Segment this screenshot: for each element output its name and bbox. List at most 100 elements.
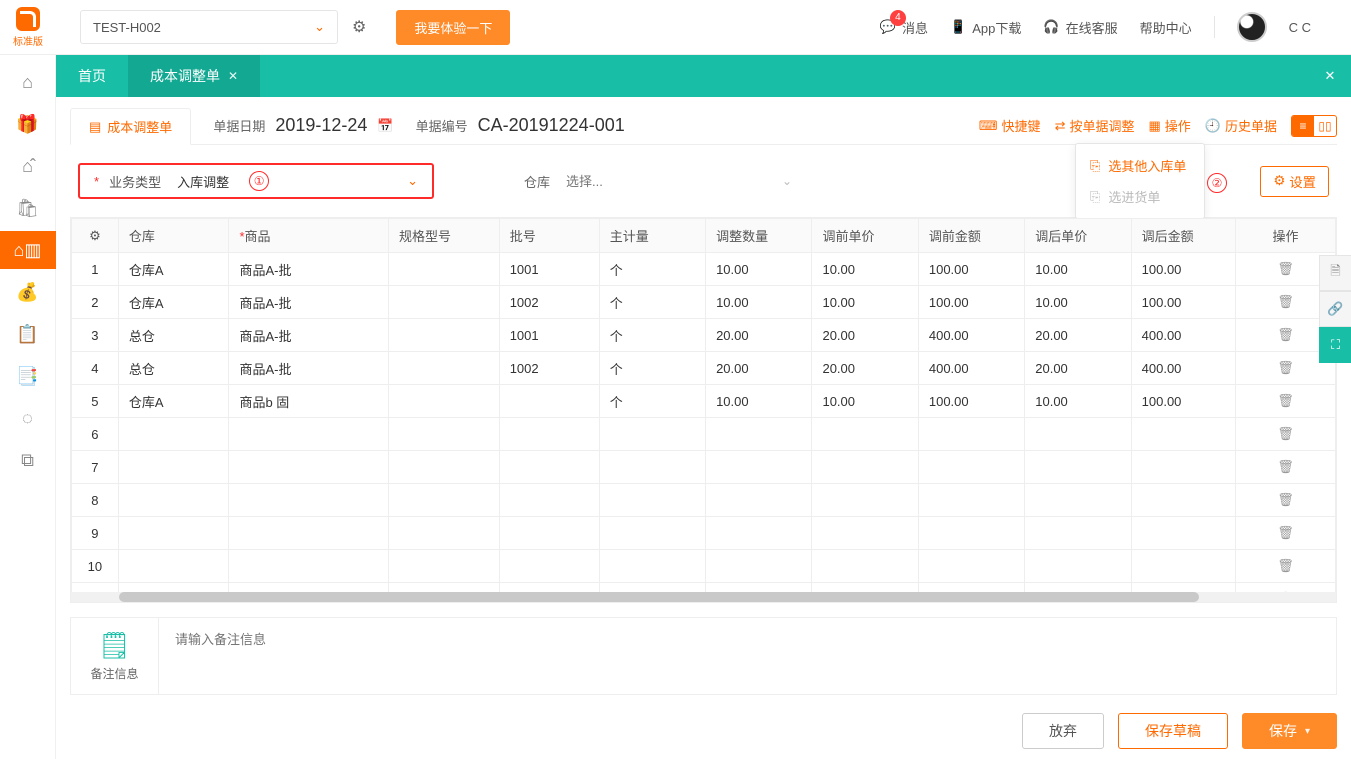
- customer-service-link[interactable]: 🎧 在线客服: [1043, 18, 1117, 37]
- cell-batch[interactable]: 1001: [499, 319, 599, 352]
- cell-pre-unit-price[interactable]: 10.00: [812, 286, 918, 319]
- close-all-tabs[interactable]: ✕: [1309, 55, 1351, 97]
- delete-icon[interactable]: 🗑: [1277, 525, 1294, 540]
- cell-pre-unit-price[interactable]: 10.00: [812, 385, 918, 418]
- cell-pre-unit-price[interactable]: [812, 484, 918, 517]
- cell-product[interactable]: [229, 484, 389, 517]
- by-bill-action[interactable]: ⇄按单据调整: [1055, 116, 1135, 135]
- table-row[interactable]: 1仓库A商品A-批1001个10.0010.00100.0010.00100.0…: [72, 253, 1336, 286]
- cell-pre-amount[interactable]: [918, 484, 1024, 517]
- delete-icon[interactable]: 🗑: [1277, 327, 1294, 342]
- delete-icon[interactable]: 🗑: [1277, 261, 1294, 276]
- cell-pre-unit-price[interactable]: [812, 418, 918, 451]
- cell-post-amount[interactable]: 100.00: [1131, 253, 1235, 286]
- cell-spec[interactable]: [389, 385, 500, 418]
- cell-post-amount[interactable]: 100.00: [1131, 286, 1235, 319]
- row-index[interactable]: 8: [72, 484, 119, 517]
- cell-post-amount[interactable]: [1131, 484, 1235, 517]
- scrollbar-thumb[interactable]: [119, 592, 1199, 602]
- cell-product[interactable]: 商品A-批: [229, 319, 389, 352]
- cell-post-unit-price[interactable]: [1025, 583, 1131, 593]
- cell-unit[interactable]: 个: [599, 319, 705, 352]
- cell-pre-amount[interactable]: [918, 418, 1024, 451]
- cell-post-amount[interactable]: 400.00: [1131, 352, 1235, 385]
- cta-button[interactable]: 我要体验一下: [396, 10, 510, 45]
- table-row[interactable]: 5仓库A商品b 固个10.0010.00100.0010.00100.00🗑: [72, 385, 1336, 418]
- cell-qty[interactable]: [706, 550, 812, 583]
- cell-spec[interactable]: [389, 583, 500, 593]
- cell-batch[interactable]: 1002: [499, 352, 599, 385]
- cell-warehouse[interactable]: [118, 550, 229, 583]
- cell-product[interactable]: [229, 451, 389, 484]
- table-row[interactable]: 4总仓商品A-批1002个20.0020.00400.0020.00400.00…: [72, 352, 1336, 385]
- table-row[interactable]: 3总仓商品A-批1001个20.0020.00400.0020.00400.00…: [72, 319, 1336, 352]
- save-draft-button[interactable]: 保存草稿: [1118, 713, 1228, 749]
- cell-post-amount[interactable]: 100.00: [1131, 385, 1235, 418]
- cell-product[interactable]: 商品A-批: [229, 352, 389, 385]
- cell-unit[interactable]: 个: [599, 385, 705, 418]
- cell-qty[interactable]: 20.00: [706, 352, 812, 385]
- cell-post-amount[interactable]: [1131, 418, 1235, 451]
- cell-pre-unit-price[interactable]: [812, 583, 918, 593]
- cell-qty[interactable]: [706, 484, 812, 517]
- cell-spec[interactable]: [389, 517, 500, 550]
- table-row[interactable]: 10 🗑: [72, 550, 1336, 583]
- gear-icon[interactable]: ⚙: [352, 17, 366, 37]
- side-note-icon[interactable]: 🗎: [1319, 255, 1351, 291]
- warehouse-select[interactable]: [566, 174, 766, 189]
- cell-batch[interactable]: [499, 418, 599, 451]
- table-row[interactable]: 7🗑: [72, 451, 1336, 484]
- table-row[interactable]: 6🗑: [72, 418, 1336, 451]
- cell-post-unit-price[interactable]: [1025, 418, 1131, 451]
- cell-unit[interactable]: [599, 418, 705, 451]
- nav-network-icon[interactable]: ◌: [0, 399, 56, 437]
- delete-icon[interactable]: 🗑: [1277, 360, 1294, 375]
- cell-batch[interactable]: 1001: [499, 253, 599, 286]
- table-row[interactable]: 8🗑: [72, 484, 1336, 517]
- cell-unit[interactable]: [599, 451, 705, 484]
- cell-post-amount[interactable]: [1131, 517, 1235, 550]
- col-post-amount[interactable]: 调后金额: [1131, 219, 1235, 253]
- row-index[interactable]: 11: [72, 583, 119, 593]
- delete-icon[interactable]: 🗑: [1277, 426, 1294, 441]
- list-view-icon[interactable]: ≡: [1292, 116, 1314, 136]
- col-pre-unit-price[interactable]: 调前单价: [812, 219, 918, 253]
- messages-link[interactable]: 💬 消息 4: [880, 18, 928, 37]
- cell-pre-unit-price[interactable]: [812, 517, 918, 550]
- cell-unit[interactable]: [599, 550, 705, 583]
- view-toggle[interactable]: ≡ ▯▯: [1291, 115, 1337, 137]
- tab-home[interactable]: 首页: [56, 55, 128, 97]
- row-index[interactable]: 4: [72, 352, 119, 385]
- row-index[interactable]: 3: [72, 319, 119, 352]
- cell-post-amount[interactable]: [1131, 583, 1235, 593]
- cell-qty[interactable]: [706, 583, 812, 593]
- cell-qty[interactable]: 10.00: [706, 385, 812, 418]
- cell-batch[interactable]: [499, 517, 599, 550]
- row-index[interactable]: 10: [72, 550, 119, 583]
- cell-post-unit-price[interactable]: [1025, 484, 1131, 517]
- row-index[interactable]: 5: [72, 385, 119, 418]
- cell-spec[interactable]: [389, 319, 500, 352]
- cell-post-unit-price[interactable]: 10.00: [1025, 286, 1131, 319]
- cell-product[interactable]: 商品A-批: [229, 286, 389, 319]
- delete-icon[interactable]: 🗑: [1277, 558, 1294, 573]
- chevron-down-icon[interactable]: ⌄: [782, 174, 792, 188]
- org-selector[interactable]: TEST-H002 ⌄: [80, 10, 338, 44]
- cell-qty[interactable]: 10.00: [706, 253, 812, 286]
- cell-pre-amount[interactable]: [918, 550, 1024, 583]
- cell-pre-unit-price[interactable]: [812, 451, 918, 484]
- help-center-link[interactable]: 帮助中心: [1140, 18, 1192, 37]
- cell-warehouse[interactable]: [118, 418, 229, 451]
- cell-batch[interactable]: 1002: [499, 286, 599, 319]
- cell-spec[interactable]: [389, 286, 500, 319]
- cell-spec[interactable]: [389, 253, 500, 286]
- nav-gift-icon[interactable]: 🎁: [0, 105, 56, 143]
- delete-icon[interactable]: 🗑: [1277, 393, 1294, 408]
- nav-house-icon[interactable]: ⌂̂: [0, 147, 56, 185]
- cell-warehouse[interactable]: [118, 484, 229, 517]
- nav-home-icon[interactable]: ⌂: [0, 63, 56, 101]
- cell-pre-amount[interactable]: 400.00: [918, 352, 1024, 385]
- cell-post-unit-price[interactable]: 10.00: [1025, 253, 1131, 286]
- cell-post-unit-price[interactable]: 20.00: [1025, 352, 1131, 385]
- cell-warehouse[interactable]: 仓库A: [118, 286, 229, 319]
